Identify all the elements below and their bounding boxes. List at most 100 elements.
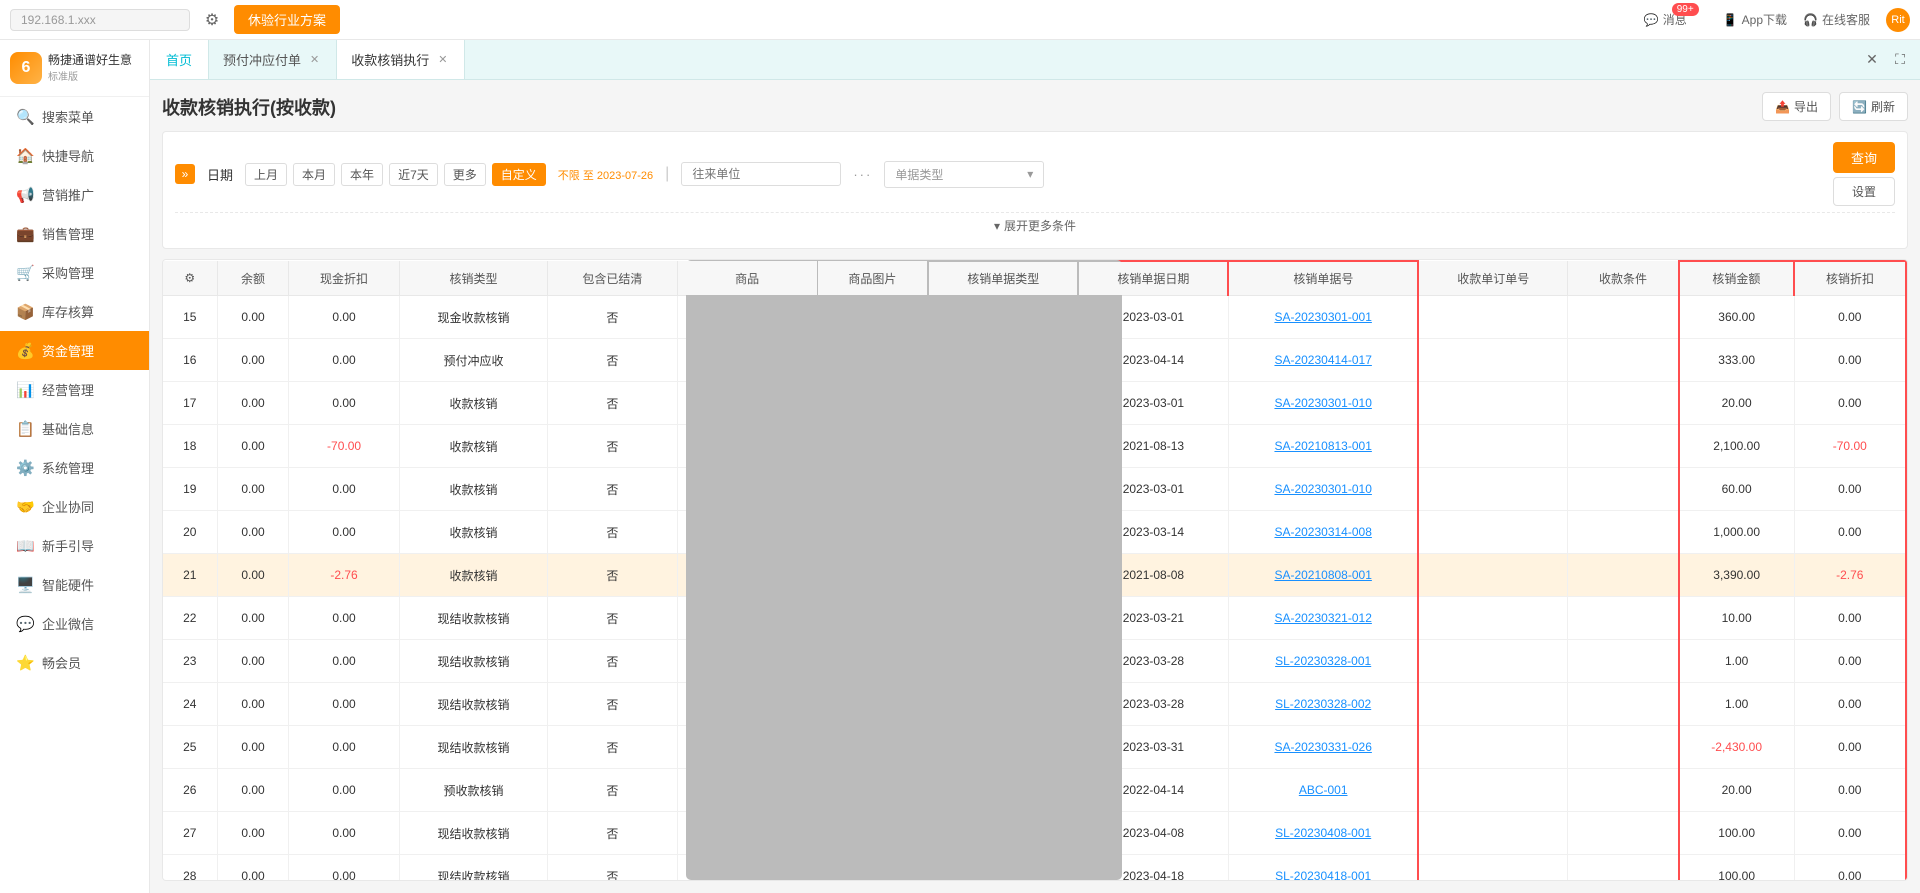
row-verify-amount: 360.00 (1679, 296, 1794, 339)
row-voucher-no[interactable]: SA-20230321-012 (1228, 597, 1418, 640)
wechat-icon: 💬 (16, 615, 34, 633)
row-receipt-order-no (1418, 726, 1567, 769)
single-type-select[interactable]: 单据类型 ▾ (884, 161, 1044, 188)
row-verify-type: 收款核销 (399, 511, 548, 554)
tab-bar-right: ✕ ⛶ (1860, 48, 1920, 72)
row-verify-discount: 0.00 (1794, 769, 1906, 812)
sidebar-item-search[interactable]: 🔍 搜索菜单 (0, 97, 149, 136)
row-receipt-order-no (1418, 769, 1567, 812)
date-this-year[interactable]: 本年 (341, 163, 383, 186)
tab-expand-btn[interactable]: ⛶ (1888, 48, 1912, 72)
tab-receipt[interactable]: 收款核销执行 ✕ (337, 40, 465, 79)
row-number: 15 (163, 296, 217, 339)
date-this-month[interactable]: 本月 (293, 163, 335, 186)
sidebar-item-marketing[interactable]: 📢 营销推广 (0, 175, 149, 214)
sidebar-item-inventory[interactable]: 📦 库存核算 (0, 292, 149, 331)
member-icon: ⭐ (16, 654, 34, 672)
filter-arrow-btn[interactable]: » (175, 164, 195, 184)
industry-btn[interactable]: 休验行业方案 (234, 5, 340, 34)
col-receipt-order-no: 收款单订单号 (1418, 261, 1567, 296)
message-btn[interactable]: 💬 消息 99+ (1644, 11, 1687, 28)
tab-home[interactable]: 首页 (150, 40, 209, 79)
tab-close-receipt[interactable]: ✕ (435, 52, 450, 67)
row-number: 18 (163, 425, 217, 468)
row-voucher-no[interactable]: SL-20230408-001 (1228, 812, 1418, 855)
row-verify-amount: 1.00 (1679, 683, 1794, 726)
row-verify-discount: 0.00 (1794, 855, 1906, 882)
row-voucher-no[interactable]: SA-20230301-001 (1228, 296, 1418, 339)
row-cash-discount: 0.00 (289, 812, 399, 855)
row-voucher-no[interactable]: SA-20230301-010 (1228, 468, 1418, 511)
col-voucher-no: 核销单据号 (1228, 261, 1418, 296)
sidebar-item-enterprise[interactable]: 🤝 企业协同 (0, 487, 149, 526)
row-voucher-no[interactable]: SA-20210808-001 (1228, 554, 1418, 597)
row-verify-amount: 1.00 (1679, 640, 1794, 683)
sidebar-label-finance: 资金管理 (42, 341, 94, 360)
from-unit-input[interactable] (681, 162, 841, 186)
row-verify-amount: 1,000.00 (1679, 511, 1794, 554)
date-last-month[interactable]: 上月 (245, 163, 287, 186)
query-btn[interactable]: 查询 (1833, 142, 1895, 173)
settings-icon-btn[interactable]: ⚙ (198, 6, 226, 34)
row-voucher-no[interactable]: SL-20230418-001 (1228, 855, 1418, 882)
row-receipt-condition (1568, 296, 1679, 339)
address-bar[interactable]: 192.168.1.xxx (10, 9, 190, 31)
sidebar-item-operation[interactable]: 📊 经营管理 (0, 370, 149, 409)
row-number: 16 (163, 339, 217, 382)
row-receipt-order-no (1418, 554, 1567, 597)
export-btn[interactable]: 📤 导出 (1762, 92, 1831, 121)
scroll-thumb[interactable] (686, 260, 1122, 880)
online-service-btn[interactable]: 🎧 在线客服 (1803, 11, 1870, 28)
row-number: 26 (163, 769, 217, 812)
sidebar-item-wechat[interactable]: 💬 企业微信 (0, 604, 149, 643)
row-voucher-no[interactable]: ABC-001 (1228, 769, 1418, 812)
sidebar-item-basic[interactable]: 📋 基础信息 (0, 409, 149, 448)
col-goods: 商品 (677, 261, 817, 296)
app-download-btn[interactable]: 📱 App下载 (1723, 11, 1787, 28)
sidebar-item-hardware[interactable]: 🖥️ 智能硬件 (0, 565, 149, 604)
sidebar-label-operation: 经营管理 (42, 380, 94, 399)
row-balance: 0.00 (217, 511, 289, 554)
sidebar-item-member[interactable]: ⭐ 畅会员 (0, 643, 149, 682)
tab-close-prepay[interactable]: ✕ (307, 52, 322, 67)
user-avatar[interactable]: Rit (1886, 8, 1910, 32)
date-custom[interactable]: 自定义 (492, 163, 546, 186)
tab-close-btn[interactable]: ✕ (1860, 48, 1884, 72)
sidebar-item-system[interactable]: ⚙️ 系统管理 (0, 448, 149, 487)
row-voucher-no[interactable]: SA-20230331-026 (1228, 726, 1418, 769)
row-cash-discount: 0.00 (289, 855, 399, 882)
sidebar-item-finance[interactable]: 💰 资金管理 (0, 331, 149, 370)
date-label: 日期 (207, 165, 233, 184)
row-balance: 0.00 (217, 296, 289, 339)
sidebar-item-purchase[interactable]: 🛒 采购管理 (0, 253, 149, 292)
row-receipt-condition (1568, 640, 1679, 683)
row-cash-discount: 0.00 (289, 640, 399, 683)
sidebar-item-guide[interactable]: 📖 新手引导 (0, 526, 149, 565)
filter-settings-btn[interactable]: 设置 (1833, 177, 1895, 206)
home-icon: 🏠 (16, 147, 34, 165)
row-receipt-order-no (1418, 855, 1567, 882)
row-voucher-no[interactable]: SA-20230314-008 (1228, 511, 1418, 554)
sidebar-item-quick[interactable]: 🏠 快捷导航 (0, 136, 149, 175)
col-gear[interactable]: ⚙ (163, 261, 217, 296)
row-number: 20 (163, 511, 217, 554)
row-voucher-no[interactable]: SA-20230301-010 (1228, 382, 1418, 425)
expand-more-btn[interactable]: ▾ 展开更多条件 (175, 212, 1895, 238)
tab-prepay[interactable]: 预付冲应付单 ✕ (209, 40, 337, 79)
refresh-btn[interactable]: 🔄 刷新 (1839, 92, 1908, 121)
row-voucher-no[interactable]: SA-20210813-001 (1228, 425, 1418, 468)
row-verify-discount: 0.00 (1794, 640, 1906, 683)
sales-icon: 💼 (16, 225, 34, 243)
logo-icon: 6 (10, 52, 42, 84)
date-7days[interactable]: 近7天 (389, 163, 438, 186)
inventory-icon: 📦 (16, 303, 34, 321)
sidebar-item-sales[interactable]: 💼 销售管理 (0, 214, 149, 253)
row-voucher-no[interactable]: SL-20230328-002 (1228, 683, 1418, 726)
chevron-down-icon: ▾ (1027, 167, 1033, 181)
row-verify-type: 收款核销 (399, 425, 548, 468)
sidebar-label-quick: 快捷导航 (42, 146, 94, 165)
row-voucher-no[interactable]: SA-20230414-017 (1228, 339, 1418, 382)
row-balance: 0.00 (217, 468, 289, 511)
date-more[interactable]: 更多 (444, 163, 486, 186)
row-voucher-no[interactable]: SL-20230328-001 (1228, 640, 1418, 683)
